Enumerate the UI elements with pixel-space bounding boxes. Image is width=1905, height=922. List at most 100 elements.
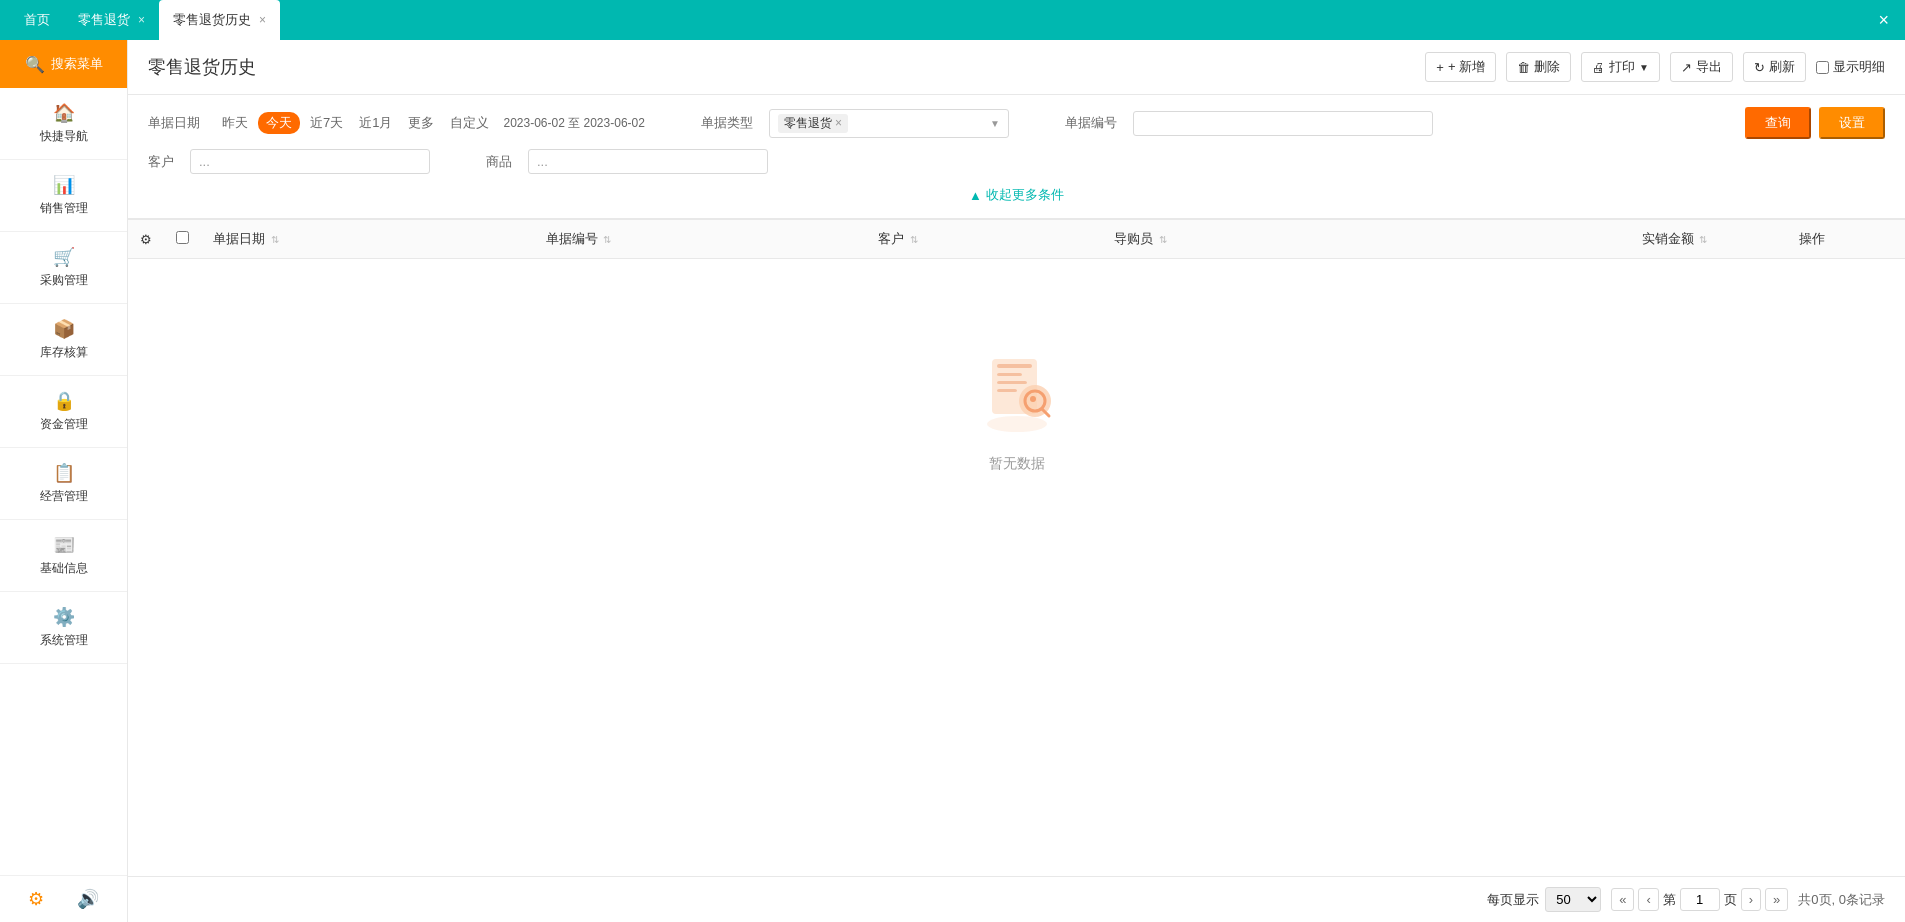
print-icon: 🖨 xyxy=(1592,60,1605,75)
shortcut-more[interactable]: 更多 xyxy=(402,112,440,134)
col-voucher[interactable]: 单据编号 ⇅ xyxy=(534,220,867,259)
toolbar: + + 新增 🗑 删除 🖨 打印 ▼ ↗ 导出 ↻ xyxy=(1425,52,1885,82)
window-close-button[interactable]: × xyxy=(1878,10,1889,31)
empty-text: 暂无数据 xyxy=(989,455,1045,473)
search-icon: 🔍 xyxy=(25,55,45,74)
collapse-row: ▲ 收起更多条件 xyxy=(148,184,1885,206)
data-table: ⚙ 单据日期 ⇅ 单据编号 ⇅ 客户 ⇅ xyxy=(128,219,1905,553)
filter-area: 单据日期 昨天 今天 近7天 近1月 更多 自定义 2023-06-02 至 2… xyxy=(128,95,1905,219)
print-button[interactable]: 🖨 打印 ▼ xyxy=(1581,52,1660,82)
per-page-select[interactable]: 20 50 100 xyxy=(1545,887,1601,912)
export-icon: ↗ xyxy=(1681,60,1692,75)
col-amount[interactable]: 实销金额 ⇅ xyxy=(1387,220,1720,259)
table-area: ⚙ 单据日期 ⇅ 单据编号 ⇅ 客户 ⇅ xyxy=(128,219,1905,876)
type-dropdown-arrow: ▼ xyxy=(990,118,1000,129)
svg-rect-4 xyxy=(997,381,1027,384)
export-button[interactable]: ↗ 导出 xyxy=(1670,52,1733,82)
page-next-button[interactable]: › xyxy=(1741,888,1761,911)
sort-customer-icon: ⇅ xyxy=(910,234,918,245)
main-layout: 🔍 搜索菜单 🏠 快捷导航 📊 销售管理 🛒 采购管理 📦 库存核算 🔒 资金管… xyxy=(0,40,1905,922)
top-bar: 首页 零售退货 × 零售退货历史 × × xyxy=(0,0,1905,40)
volume-icon[interactable]: 🔊 xyxy=(77,888,99,910)
tab-retail-return-history[interactable]: 零售退货历史 × xyxy=(159,0,280,40)
show-detail-checkbox-wrap[interactable]: 显示明细 xyxy=(1816,58,1885,76)
shortcut-custom[interactable]: 自定义 xyxy=(444,112,495,134)
type-filter-value: 零售退货 × xyxy=(778,114,986,133)
page-nav: « ‹ 第 页 › » xyxy=(1611,888,1788,911)
sidebar: 🔍 搜索菜单 🏠 快捷导航 📊 销售管理 🛒 采购管理 📦 库存核算 🔒 资金管… xyxy=(0,40,128,922)
table-body: 暂无数据 xyxy=(128,259,1905,554)
col-ops: 操作 xyxy=(1719,220,1905,259)
settings-button[interactable]: 设置 xyxy=(1819,107,1885,139)
delete-icon: 🗑 xyxy=(1517,60,1530,75)
sidebar-item-quick-nav[interactable]: 🏠 快捷导航 xyxy=(0,88,127,160)
add-button[interactable]: + + 新增 xyxy=(1425,52,1496,82)
shortcut-7days[interactable]: 近7天 xyxy=(304,112,349,134)
sort-amount-icon: ⇅ xyxy=(1699,234,1707,245)
page-input-wrap: 第 页 xyxy=(1663,888,1737,911)
date-filter-label: 单据日期 xyxy=(148,114,200,132)
type-tag-close[interactable]: × xyxy=(835,116,842,130)
customer-dots: ... xyxy=(199,154,210,169)
goods-dots: ... xyxy=(537,154,548,169)
voucher-filter-input[interactable] xyxy=(1133,111,1433,136)
tab-retail-return[interactable]: 零售退货 × xyxy=(64,0,159,40)
print-dropdown-icon: ▼ xyxy=(1639,62,1649,73)
table-header: ⚙ 单据日期 ⇅ 单据编号 ⇅ 客户 ⇅ xyxy=(128,220,1905,259)
shortcut-yesterday[interactable]: 昨天 xyxy=(216,112,254,134)
col-settings[interactable]: ⚙ xyxy=(128,220,164,259)
svg-point-9 xyxy=(1030,396,1036,402)
voucher-filter-label: 单据编号 xyxy=(1065,114,1117,132)
pagination-bar: 每页显示 20 50 100 « ‹ 第 页 › » 共0页, 0条记录 xyxy=(128,876,1905,922)
sidebar-item-system[interactable]: ⚙️ 系统管理 xyxy=(0,592,127,664)
inventory-icon: 📦 xyxy=(53,318,75,340)
content-area: 零售退货历史 + + 新增 🗑 删除 🖨 打印 ▼ ↗ 导出 xyxy=(128,40,1905,922)
empty-state: 暂无数据 xyxy=(128,259,1905,553)
page-prev-button[interactable]: ‹ xyxy=(1638,888,1658,911)
sort-guide-icon: ⇅ xyxy=(1159,234,1167,245)
collapse-button[interactable]: ▲ 收起更多条件 xyxy=(959,184,1074,206)
refresh-button[interactable]: ↻ 刷新 xyxy=(1743,52,1806,82)
settings-bottom-icon[interactable]: ⚙ xyxy=(28,888,44,910)
select-all-checkbox[interactable] xyxy=(176,231,189,244)
page-last-button[interactable]: » xyxy=(1765,888,1788,911)
page-summary: 共0页, 0条记录 xyxy=(1798,891,1885,909)
shortcut-1month[interactable]: 近1月 xyxy=(353,112,398,134)
tab-home[interactable]: 首页 xyxy=(10,0,64,40)
svg-point-0 xyxy=(987,416,1047,432)
col-guide[interactable]: 导购员 ⇅ xyxy=(1102,220,1386,259)
col-date[interactable]: 单据日期 ⇅ xyxy=(201,220,534,259)
shortcut-today[interactable]: 今天 xyxy=(258,112,300,134)
date-range-display: 2023-06-02 至 2023-06-02 xyxy=(503,115,644,132)
operations-icon: 📋 xyxy=(53,462,75,484)
query-button[interactable]: 查询 xyxy=(1745,107,1811,139)
empty-state-icon xyxy=(967,339,1067,439)
sidebar-search[interactable]: 🔍 搜索菜单 xyxy=(0,40,127,88)
sidebar-item-finance[interactable]: 🔒 资金管理 xyxy=(0,376,127,448)
delete-button[interactable]: 🗑 删除 xyxy=(1506,52,1571,82)
sales-icon: 📊 xyxy=(53,174,75,196)
sidebar-item-sales[interactable]: 📊 销售管理 xyxy=(0,160,127,232)
customer-filter-select[interactable]: ... xyxy=(190,149,430,174)
filter-row-1: 单据日期 昨天 今天 近7天 近1月 更多 自定义 2023-06-02 至 2… xyxy=(148,107,1885,139)
sidebar-item-basic-info[interactable]: 📰 基础信息 xyxy=(0,520,127,592)
close-tab-retail-return[interactable]: × xyxy=(138,13,145,27)
collapse-up-icon: ▲ xyxy=(969,188,982,203)
home-icon: 🏠 xyxy=(53,102,75,124)
date-shortcuts: 昨天 今天 近7天 近1月 更多 自定义 2023-06-02 至 2023-0… xyxy=(216,112,645,134)
basic-info-icon: 📰 xyxy=(53,534,75,556)
col-customer[interactable]: 客户 ⇅ xyxy=(866,220,1102,259)
sidebar-bottom: ⚙ 🔊 xyxy=(0,875,127,922)
page-first-button[interactable]: « xyxy=(1611,888,1634,911)
sidebar-item-operations[interactable]: 📋 经营管理 xyxy=(0,448,127,520)
svg-rect-2 xyxy=(997,364,1032,368)
page-input[interactable] xyxy=(1680,888,1720,911)
col-checkbox[interactable] xyxy=(164,220,201,259)
finance-icon: 🔒 xyxy=(53,390,75,412)
type-filter-select[interactable]: 零售退货 × ▼ xyxy=(769,109,1009,138)
sidebar-item-inventory[interactable]: 📦 库存核算 xyxy=(0,304,127,376)
goods-filter-select[interactable]: ... xyxy=(528,149,768,174)
sidebar-item-purchase[interactable]: 🛒 采购管理 xyxy=(0,232,127,304)
show-detail-checkbox[interactable] xyxy=(1816,61,1829,74)
close-tab-retail-return-history[interactable]: × xyxy=(259,13,266,27)
